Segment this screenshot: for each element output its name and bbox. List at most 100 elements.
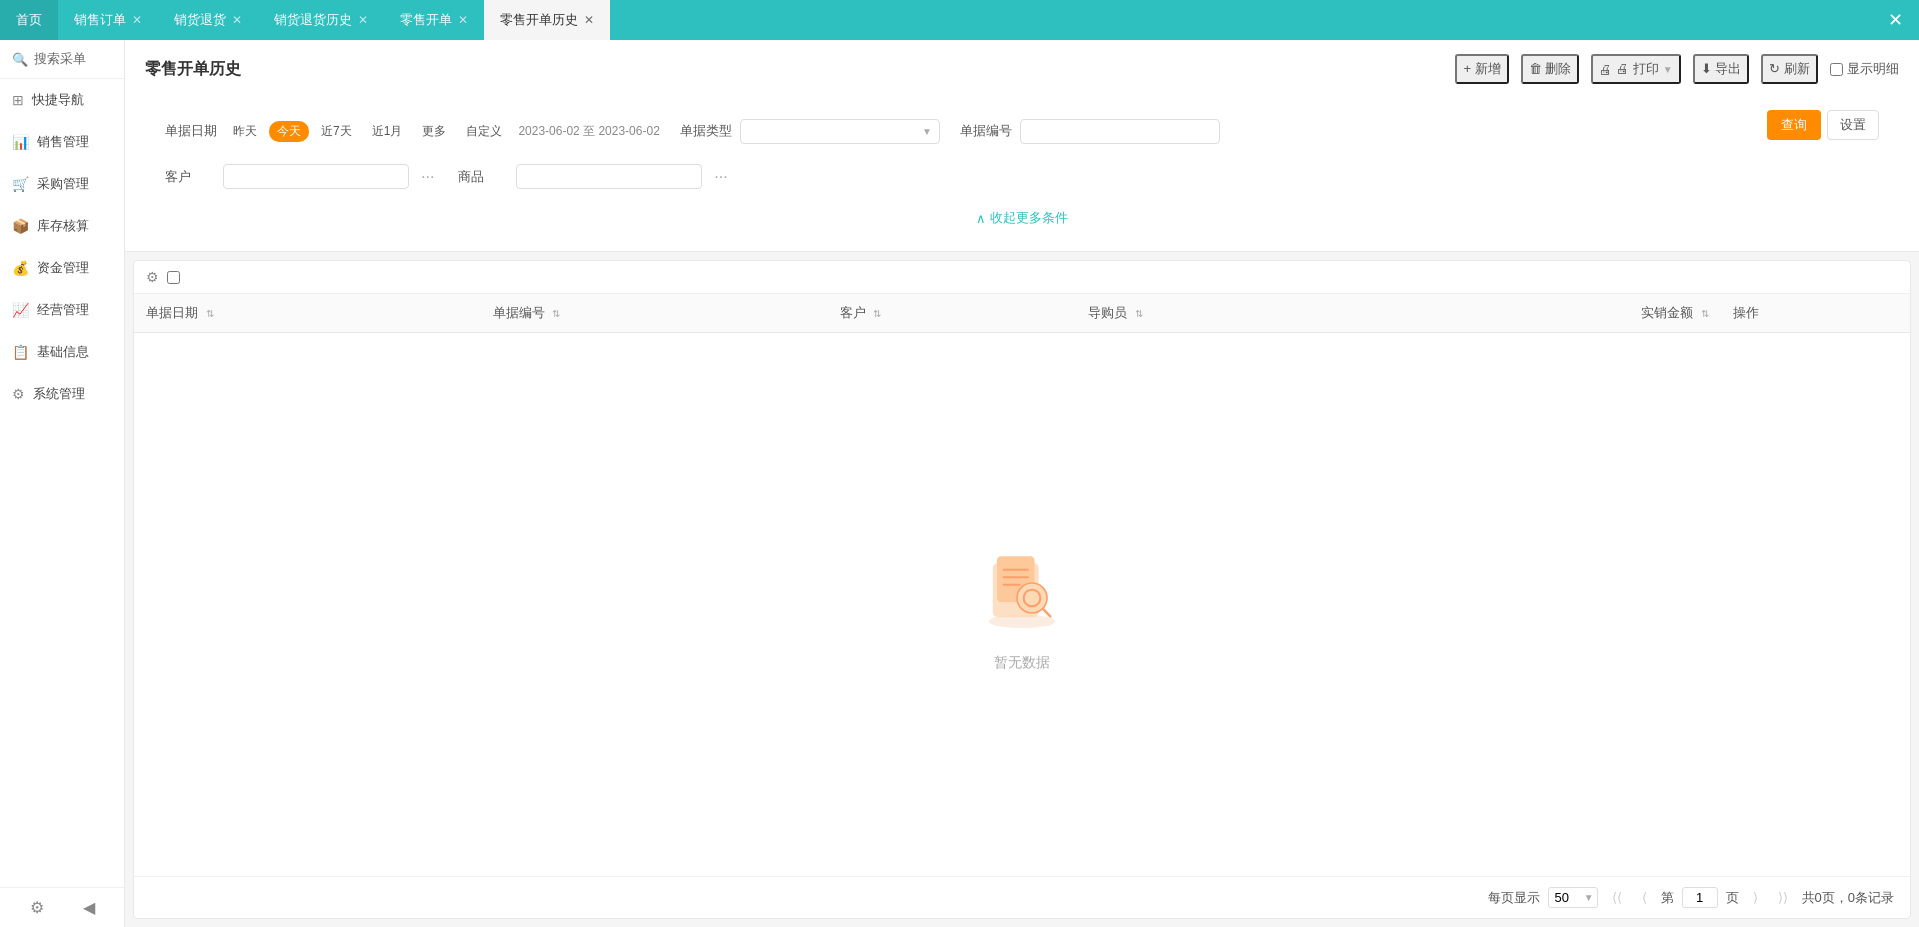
customer-input[interactable] — [223, 164, 409, 189]
product-input[interactable] — [516, 164, 702, 189]
tab-retail-history[interactable]: 零售开单历史 ✕ — [484, 0, 610, 40]
close-tab-retail-open[interactable]: ✕ — [458, 13, 468, 27]
date-opt-custom[interactable]: 自定义 — [458, 121, 510, 142]
date-opt-7days[interactable]: 近7天 — [313, 121, 360, 142]
doc-type-filter-field: 单据类型 ▼ — [680, 119, 940, 144]
page-title: 零售开单历史 — [145, 59, 241, 80]
settings-bottom-icon[interactable]: ⚙ — [30, 898, 44, 917]
sort-salesperson-icon[interactable]: ⇅ — [1135, 308, 1143, 319]
page-header: 零售开单历史 + 新增 🗑 删除 🖨 🖨 打印 ▼ ⬇ 导出 ↻ 刷新 显示明细 — [125, 40, 1919, 252]
col-header-salesperson: 导购员 ⇅ — [1076, 294, 1374, 333]
export-button[interactable]: ⬇ 导出 — [1693, 54, 1750, 84]
refresh-button[interactable]: ↻ 刷新 — [1761, 54, 1818, 84]
product-ellipsis-btn[interactable]: ··· — [710, 166, 731, 188]
sort-num-icon[interactable]: ⇅ — [552, 308, 560, 319]
customer-filter-field: 客户 ··· — [165, 164, 438, 189]
tab-sales-order[interactable]: 销售订单 ✕ — [58, 0, 158, 40]
sidebar-label-basic-info: 基础信息 — [37, 343, 89, 361]
next-page-btn[interactable]: ⟩ — [1747, 888, 1764, 907]
col-header-date: 单据日期 ⇅ — [134, 294, 481, 333]
product-filter-field: 商品 ··· — [458, 164, 731, 189]
sys-mgmt-icon: ⚙ — [12, 386, 25, 402]
main-layout: 🔍 搜索采单 ⊞ 快捷导航 📊 销售管理 🛒 采购管理 📦 库存核算 💰 资金管… — [0, 40, 1919, 927]
col-header-num: 单据编号 ⇅ — [481, 294, 828, 333]
show-detail-checkbox[interactable] — [1830, 63, 1843, 76]
print-icon: 🖨 — [1599, 62, 1612, 77]
table-settings-icon[interactable]: ⚙ — [146, 269, 159, 285]
sidebar-label-finance: 资金管理 — [37, 259, 89, 277]
sidebar-label-sales-mgmt: 销售管理 — [37, 133, 89, 151]
sidebar-item-finance[interactable]: 💰 资金管理 — [0, 247, 124, 289]
doc-type-label: 单据类型 — [680, 122, 732, 140]
top-nav: 首页 销售订单 ✕ 销货退货 ✕ 销货退货历史 ✕ 零售开单 ✕ 零售开单历史 … — [0, 0, 1919, 40]
add-button[interactable]: + 新增 — [1455, 54, 1508, 84]
sidebar-label-purchase-mgmt: 采购管理 — [37, 175, 89, 193]
close-tab-retail-history[interactable]: ✕ — [584, 13, 594, 27]
sidebar-item-operations[interactable]: 📈 经营管理 — [0, 289, 124, 331]
close-tab-sales-return[interactable]: ✕ — [232, 13, 242, 27]
sort-amount-icon[interactable]: ⇅ — [1701, 308, 1709, 319]
doc-num-input[interactable] — [1020, 119, 1220, 144]
customer-ellipsis-btn[interactable]: ··· — [417, 166, 438, 188]
finance-icon: 💰 — [12, 260, 29, 276]
sidebar-label-sys-mgmt: 系统管理 — [33, 385, 85, 403]
content-area: 零售开单历史 + 新增 🗑 删除 🖨 🖨 打印 ▼ ⬇ 导出 ↻ 刷新 显示明细 — [125, 40, 1919, 927]
inventory-icon: 📦 — [12, 218, 29, 234]
collapse-button[interactable]: ∧ 收起更多条件 — [976, 209, 1068, 227]
data-table: 单据日期 ⇅ 单据编号 ⇅ 客户 ⇅ 导购员 ⇅ — [134, 294, 1910, 333]
show-detail-label: 显示明细 — [1847, 60, 1899, 78]
doc-num-filter-field: 单据编号 — [960, 119, 1220, 144]
sort-date-icon[interactable]: ⇅ — [206, 308, 214, 319]
page-size-select[interactable]: 50 100 200 — [1548, 887, 1598, 908]
prev-page-btn[interactable]: ⟨ — [1636, 888, 1653, 907]
collapse-row: ∧ 收起更多条件 — [165, 201, 1879, 239]
close-tab-sales-order[interactable]: ✕ — [132, 13, 142, 27]
close-window-icon[interactable]: ✕ — [1888, 9, 1903, 31]
sidebar-item-sales-mgmt[interactable]: 📊 销售管理 — [0, 121, 124, 163]
doc-type-select[interactable] — [740, 119, 940, 144]
sidebar-item-sys-mgmt[interactable]: ⚙ 系统管理 — [0, 373, 124, 415]
last-page-btn[interactable]: ⟩⟩ — [1772, 888, 1794, 907]
action-buttons: 查询 设置 — [1767, 110, 1879, 152]
collapse-label: 收起更多条件 — [990, 209, 1068, 227]
sidebar-label-quick-nav: 快捷导航 — [32, 91, 84, 109]
page-label: 第 — [1661, 889, 1674, 907]
customer-label: 客户 — [165, 168, 215, 186]
filter-area: 单据日期 昨天 今天 近7天 近1月 更多 自定义 2023-06-02 至 2… — [145, 98, 1899, 251]
collapse-chevron-icon: ∧ — [976, 211, 986, 226]
print-dropdown-icon[interactable]: ▼ — [1663, 64, 1673, 75]
tab-sales-return-history[interactable]: 销货退货历史 ✕ — [258, 0, 384, 40]
show-detail-toggle[interactable]: 显示明细 — [1830, 60, 1899, 78]
date-opt-more[interactable]: 更多 — [414, 121, 454, 142]
sidebar-item-purchase-mgmt[interactable]: 🛒 采购管理 — [0, 163, 124, 205]
tab-sales-return[interactable]: 销货退货 ✕ — [158, 0, 258, 40]
table-container: ⚙ 单据日期 ⇅ 单据编号 ⇅ 客户 — [133, 260, 1911, 919]
sidebar-item-inventory[interactable]: 📦 库存核算 — [0, 205, 124, 247]
date-opt-today[interactable]: 今天 — [269, 121, 309, 142]
svg-line-8 — [1043, 608, 1051, 616]
date-opt-1month[interactable]: 近1月 — [364, 121, 411, 142]
sidebar-search[interactable]: 🔍 搜索采单 — [0, 40, 124, 79]
collapse-sidebar-icon[interactable]: ◀ — [83, 898, 95, 917]
tab-home[interactable]: 首页 — [0, 0, 58, 40]
toolbar: + 新增 🗑 删除 🖨 🖨 打印 ▼ ⬇ 导出 ↻ 刷新 显示明细 — [1455, 54, 1899, 84]
filter-row-2: 客户 ··· 商品 ··· — [165, 164, 1879, 189]
sidebar-item-basic-info[interactable]: 📋 基础信息 — [0, 331, 124, 373]
delete-button[interactable]: 🗑 删除 — [1521, 54, 1580, 84]
settings-filter-button[interactable]: 设置 — [1827, 110, 1879, 140]
query-button[interactable]: 查询 — [1767, 110, 1821, 140]
tab-retail-open[interactable]: 零售开单 ✕ — [384, 0, 484, 40]
col-header-customer: 客户 ⇅ — [828, 294, 1076, 333]
date-opt-yesterday[interactable]: 昨天 — [225, 121, 265, 142]
select-all-checkbox[interactable] — [167, 271, 180, 284]
pagination: 每页显示 50 100 200 ▼ ⟨⟨ ⟨ 第 页 ⟩ ⟩⟩ 共0页，0条记录 — [134, 876, 1910, 918]
filter-row-1: 单据日期 昨天 今天 近7天 近1月 更多 自定义 2023-06-02 至 2… — [165, 110, 1879, 152]
page-number-input[interactable] — [1682, 887, 1718, 908]
first-page-btn[interactable]: ⟨⟨ — [1606, 888, 1628, 907]
print-button[interactable]: 🖨 🖨 打印 ▼ — [1591, 54, 1681, 84]
date-range-display: 2023-06-02 至 2023-06-02 — [518, 123, 659, 140]
close-tab-sales-return-history[interactable]: ✕ — [358, 13, 368, 27]
operations-icon: 📈 — [12, 302, 29, 318]
sidebar-item-quick-nav[interactable]: ⊞ 快捷导航 — [0, 79, 124, 121]
sort-customer-icon[interactable]: ⇅ — [873, 308, 881, 319]
